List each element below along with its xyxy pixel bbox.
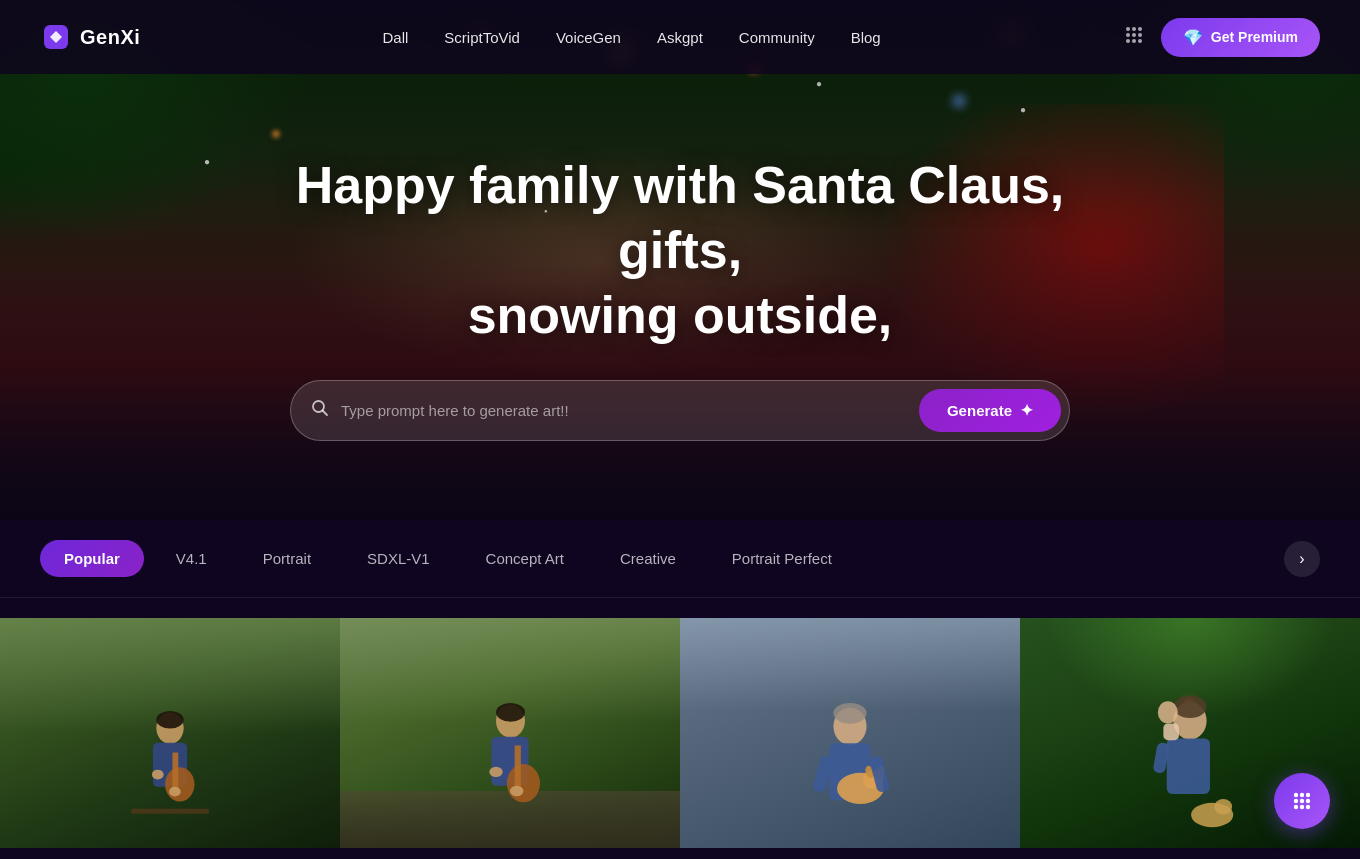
nav-link-scripttovid[interactable]: ScriptToVid — [444, 29, 520, 46]
svg-point-5 — [1132, 33, 1136, 37]
svg-point-3 — [1138, 27, 1142, 31]
nav-links: Dall ScriptToVid VoiceGen Askgpt Communi… — [382, 29, 880, 46]
tab-portrait[interactable]: Portrait — [239, 540, 335, 577]
card3-person — [680, 687, 1020, 848]
svg-point-45 — [1306, 793, 1310, 797]
generate-button[interactable]: Generate ✦ — [919, 389, 1061, 432]
hero-section: ● ● ● ● ● ● ● ● Happy family with Santa … — [0, 0, 1360, 520]
svg-point-43 — [1294, 793, 1298, 797]
tab-v41[interactable]: V4.1 — [152, 540, 231, 577]
svg-point-12 — [156, 711, 183, 729]
svg-point-16 — [152, 770, 164, 780]
tab-sdxl[interactable]: SDXL-V1 — [343, 540, 454, 577]
diamond-icon: 💎 — [1183, 28, 1203, 47]
svg-point-27 — [833, 703, 866, 724]
nav-link-voicegen[interactable]: VoiceGen — [556, 29, 621, 46]
svg-rect-37 — [1167, 738, 1210, 793]
fab-grid-icon — [1291, 790, 1313, 812]
search-input[interactable] — [341, 402, 907, 419]
svg-point-48 — [1306, 799, 1310, 803]
tab-portrait-perfect[interactable]: Portrait Perfect — [708, 540, 856, 577]
tab-next-arrow[interactable]: › — [1284, 541, 1320, 577]
hero-content: Happy family with Santa Claus, gifts, sn… — [0, 0, 1360, 520]
svg-rect-18 — [131, 809, 209, 814]
svg-point-36 — [1173, 696, 1206, 718]
svg-point-2 — [1132, 27, 1136, 31]
premium-btn-label: Get Premium — [1211, 29, 1298, 45]
navbar-right: 💎 Get Premium — [1123, 18, 1320, 57]
tab-popular[interactable]: Popular — [40, 540, 144, 577]
svg-point-50 — [1300, 805, 1304, 809]
image-card-guitar-1[interactable] — [0, 618, 340, 848]
hero-title: Happy family with Santa Claus, gifts, sn… — [280, 153, 1080, 348]
svg-point-8 — [1132, 39, 1136, 43]
svg-point-9 — [1138, 39, 1142, 43]
tabs-section: Popular V4.1 Portrait SDXL-V1 Concept Ar… — [0, 520, 1360, 598]
logo-text: GenXi — [80, 26, 140, 49]
nav-link-blog[interactable]: Blog — [851, 29, 881, 46]
logo-icon — [40, 21, 72, 53]
nav-link-dall[interactable]: Dall — [382, 29, 408, 46]
svg-point-14 — [165, 767, 194, 801]
svg-point-4 — [1126, 33, 1130, 37]
card2-person — [340, 687, 680, 848]
svg-point-51 — [1306, 805, 1310, 809]
svg-point-24 — [489, 767, 502, 777]
svg-point-20 — [496, 703, 525, 722]
svg-rect-15 — [172, 753, 178, 792]
image-card-guitar-2[interactable] — [340, 618, 680, 848]
svg-point-47 — [1300, 799, 1304, 803]
chevron-right-icon: › — [1299, 550, 1304, 568]
svg-point-38 — [1158, 701, 1178, 723]
svg-point-22 — [506, 764, 539, 802]
nav-link-askgpt[interactable]: Askgpt — [657, 29, 703, 46]
svg-rect-39 — [1163, 723, 1179, 740]
hero-title-line2: snowing outside, — [468, 286, 893, 344]
image-card-man-dog[interactable] — [680, 618, 1020, 848]
card1-person — [0, 687, 340, 848]
search-icon — [311, 399, 329, 422]
svg-point-17 — [169, 787, 181, 797]
svg-point-6 — [1138, 33, 1142, 37]
generate-btn-label: Generate — [947, 402, 1012, 419]
svg-point-44 — [1300, 793, 1304, 797]
get-premium-button[interactable]: 💎 Get Premium — [1161, 18, 1320, 57]
tab-list: Popular V4.1 Portrait SDXL-V1 Concept Ar… — [40, 540, 1284, 577]
svg-point-46 — [1294, 799, 1298, 803]
hero-title-line1: Happy family with Santa Claus, gifts, — [296, 156, 1065, 279]
svg-point-42 — [1214, 799, 1232, 815]
sparkle-icon: ✦ — [1020, 401, 1033, 420]
svg-point-7 — [1126, 39, 1130, 43]
svg-point-49 — [1294, 805, 1298, 809]
image-grid — [0, 598, 1360, 859]
svg-point-1 — [1126, 27, 1130, 31]
logo-area: GenXi — [40, 21, 140, 53]
svg-rect-23 — [514, 746, 520, 790]
tab-concept-art[interactable]: Concept Art — [462, 540, 588, 577]
search-bar: Generate ✦ — [290, 380, 1070, 441]
nav-link-community[interactable]: Community — [739, 29, 815, 46]
apps-grid-icon[interactable] — [1123, 24, 1145, 50]
tab-creative[interactable]: Creative — [596, 540, 700, 577]
fab-button[interactable] — [1274, 773, 1330, 829]
svg-point-25 — [509, 786, 522, 796]
navbar: GenXi Dall ScriptToVid VoiceGen Askgpt C… — [0, 0, 1360, 74]
